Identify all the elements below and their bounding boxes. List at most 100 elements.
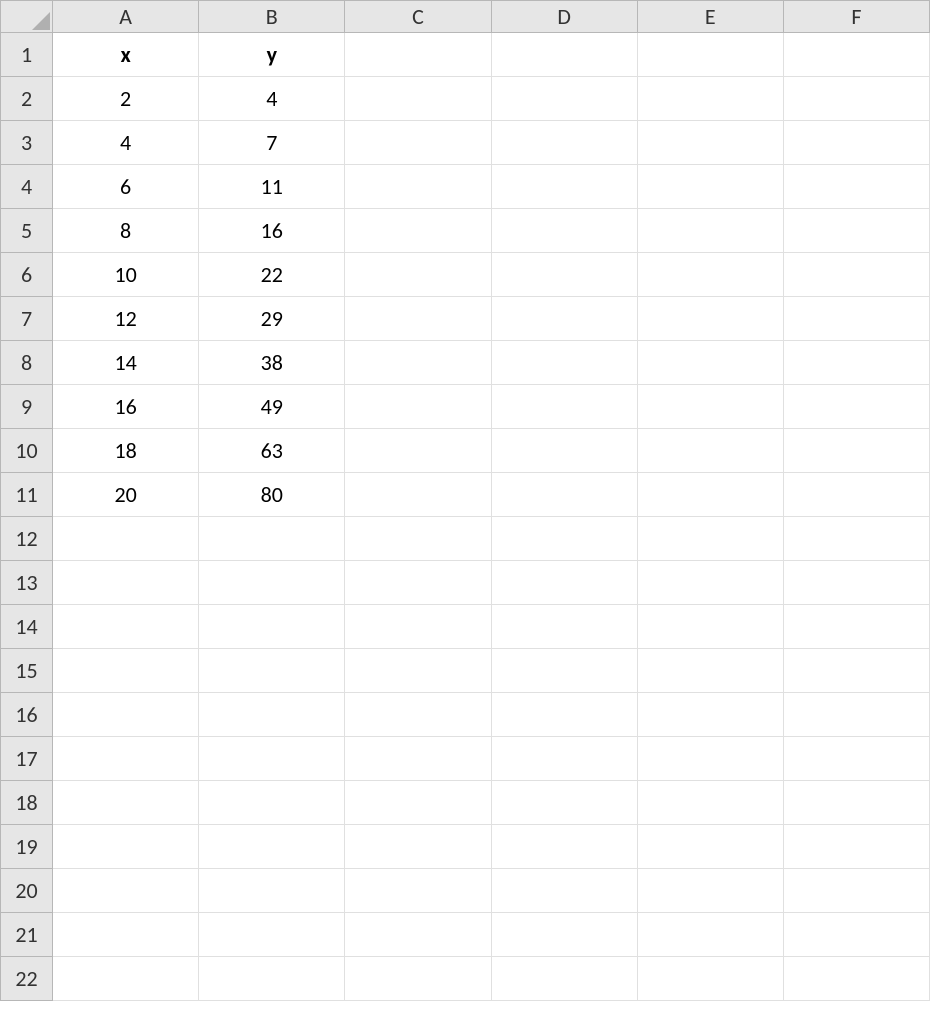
cell-F2[interactable] bbox=[783, 77, 929, 121]
cell-A20[interactable] bbox=[53, 869, 199, 913]
cell-C5[interactable] bbox=[345, 209, 491, 253]
cell-E12[interactable] bbox=[637, 517, 783, 561]
cell-A9[interactable]: 16 bbox=[53, 385, 199, 429]
cell-C18[interactable] bbox=[345, 781, 491, 825]
row-header-22[interactable]: 22 bbox=[1, 957, 53, 1001]
cell-C13[interactable] bbox=[345, 561, 491, 605]
row-header-1[interactable]: 1 bbox=[1, 33, 53, 77]
col-header-F[interactable]: F bbox=[783, 1, 929, 33]
cell-E15[interactable] bbox=[637, 649, 783, 693]
cell-B20[interactable] bbox=[199, 869, 345, 913]
cell-F16[interactable] bbox=[783, 693, 929, 737]
cell-A5[interactable]: 8 bbox=[53, 209, 199, 253]
cell-D22[interactable] bbox=[491, 957, 637, 1001]
cell-C1[interactable] bbox=[345, 33, 491, 77]
cell-F3[interactable] bbox=[783, 121, 929, 165]
cell-B12[interactable] bbox=[199, 517, 345, 561]
cell-C11[interactable] bbox=[345, 473, 491, 517]
cell-A8[interactable]: 14 bbox=[53, 341, 199, 385]
cell-D11[interactable] bbox=[491, 473, 637, 517]
cell-C16[interactable] bbox=[345, 693, 491, 737]
cell-F10[interactable] bbox=[783, 429, 929, 473]
cell-B5[interactable]: 16 bbox=[199, 209, 345, 253]
col-header-D[interactable]: D bbox=[491, 1, 637, 33]
cell-A19[interactable] bbox=[53, 825, 199, 869]
cell-E7[interactable] bbox=[637, 297, 783, 341]
cell-C7[interactable] bbox=[345, 297, 491, 341]
cell-D9[interactable] bbox=[491, 385, 637, 429]
cell-A7[interactable]: 12 bbox=[53, 297, 199, 341]
cell-A15[interactable] bbox=[53, 649, 199, 693]
cell-E20[interactable] bbox=[637, 869, 783, 913]
cell-E5[interactable] bbox=[637, 209, 783, 253]
cell-B11[interactable]: 80 bbox=[199, 473, 345, 517]
cell-F19[interactable] bbox=[783, 825, 929, 869]
cell-C4[interactable] bbox=[345, 165, 491, 209]
cell-C14[interactable] bbox=[345, 605, 491, 649]
cell-C15[interactable] bbox=[345, 649, 491, 693]
cell-D4[interactable] bbox=[491, 165, 637, 209]
col-header-A[interactable]: A bbox=[53, 1, 199, 33]
cell-F9[interactable] bbox=[783, 385, 929, 429]
cell-F13[interactable] bbox=[783, 561, 929, 605]
cell-A13[interactable] bbox=[53, 561, 199, 605]
select-all-corner[interactable] bbox=[1, 1, 53, 33]
cell-D18[interactable] bbox=[491, 781, 637, 825]
cell-B2[interactable]: 4 bbox=[199, 77, 345, 121]
cell-F20[interactable] bbox=[783, 869, 929, 913]
cell-F14[interactable] bbox=[783, 605, 929, 649]
cell-B3[interactable]: 7 bbox=[199, 121, 345, 165]
cell-C22[interactable] bbox=[345, 957, 491, 1001]
cell-C12[interactable] bbox=[345, 517, 491, 561]
cell-D10[interactable] bbox=[491, 429, 637, 473]
col-header-E[interactable]: E bbox=[637, 1, 783, 33]
cell-C9[interactable] bbox=[345, 385, 491, 429]
cell-A18[interactable] bbox=[53, 781, 199, 825]
cell-B22[interactable] bbox=[199, 957, 345, 1001]
row-header-14[interactable]: 14 bbox=[1, 605, 53, 649]
row-header-17[interactable]: 17 bbox=[1, 737, 53, 781]
cell-C10[interactable] bbox=[345, 429, 491, 473]
row-header-10[interactable]: 10 bbox=[1, 429, 53, 473]
cell-A17[interactable] bbox=[53, 737, 199, 781]
row-header-5[interactable]: 5 bbox=[1, 209, 53, 253]
cell-B9[interactable]: 49 bbox=[199, 385, 345, 429]
cell-D21[interactable] bbox=[491, 913, 637, 957]
cell-D1[interactable] bbox=[491, 33, 637, 77]
cell-D7[interactable] bbox=[491, 297, 637, 341]
row-header-8[interactable]: 8 bbox=[1, 341, 53, 385]
cell-E10[interactable] bbox=[637, 429, 783, 473]
cell-B14[interactable] bbox=[199, 605, 345, 649]
cell-F12[interactable] bbox=[783, 517, 929, 561]
cell-E18[interactable] bbox=[637, 781, 783, 825]
cell-E21[interactable] bbox=[637, 913, 783, 957]
cell-A3[interactable]: 4 bbox=[53, 121, 199, 165]
cell-A14[interactable] bbox=[53, 605, 199, 649]
row-header-6[interactable]: 6 bbox=[1, 253, 53, 297]
cell-D20[interactable] bbox=[491, 869, 637, 913]
cell-D3[interactable] bbox=[491, 121, 637, 165]
cell-A1[interactable]: x bbox=[53, 33, 199, 77]
cell-D15[interactable] bbox=[491, 649, 637, 693]
row-header-18[interactable]: 18 bbox=[1, 781, 53, 825]
cell-E11[interactable] bbox=[637, 473, 783, 517]
cell-A10[interactable]: 18 bbox=[53, 429, 199, 473]
cell-F15[interactable] bbox=[783, 649, 929, 693]
cell-A21[interactable] bbox=[53, 913, 199, 957]
cell-E22[interactable] bbox=[637, 957, 783, 1001]
cell-F18[interactable] bbox=[783, 781, 929, 825]
cell-B8[interactable]: 38 bbox=[199, 341, 345, 385]
cell-E14[interactable] bbox=[637, 605, 783, 649]
cell-C21[interactable] bbox=[345, 913, 491, 957]
cell-D6[interactable] bbox=[491, 253, 637, 297]
cell-C3[interactable] bbox=[345, 121, 491, 165]
cell-E8[interactable] bbox=[637, 341, 783, 385]
col-header-B[interactable]: B bbox=[199, 1, 345, 33]
cell-F17[interactable] bbox=[783, 737, 929, 781]
cell-B17[interactable] bbox=[199, 737, 345, 781]
cell-D14[interactable] bbox=[491, 605, 637, 649]
cell-D13[interactable] bbox=[491, 561, 637, 605]
cell-C6[interactable] bbox=[345, 253, 491, 297]
row-header-13[interactable]: 13 bbox=[1, 561, 53, 605]
row-header-16[interactable]: 16 bbox=[1, 693, 53, 737]
